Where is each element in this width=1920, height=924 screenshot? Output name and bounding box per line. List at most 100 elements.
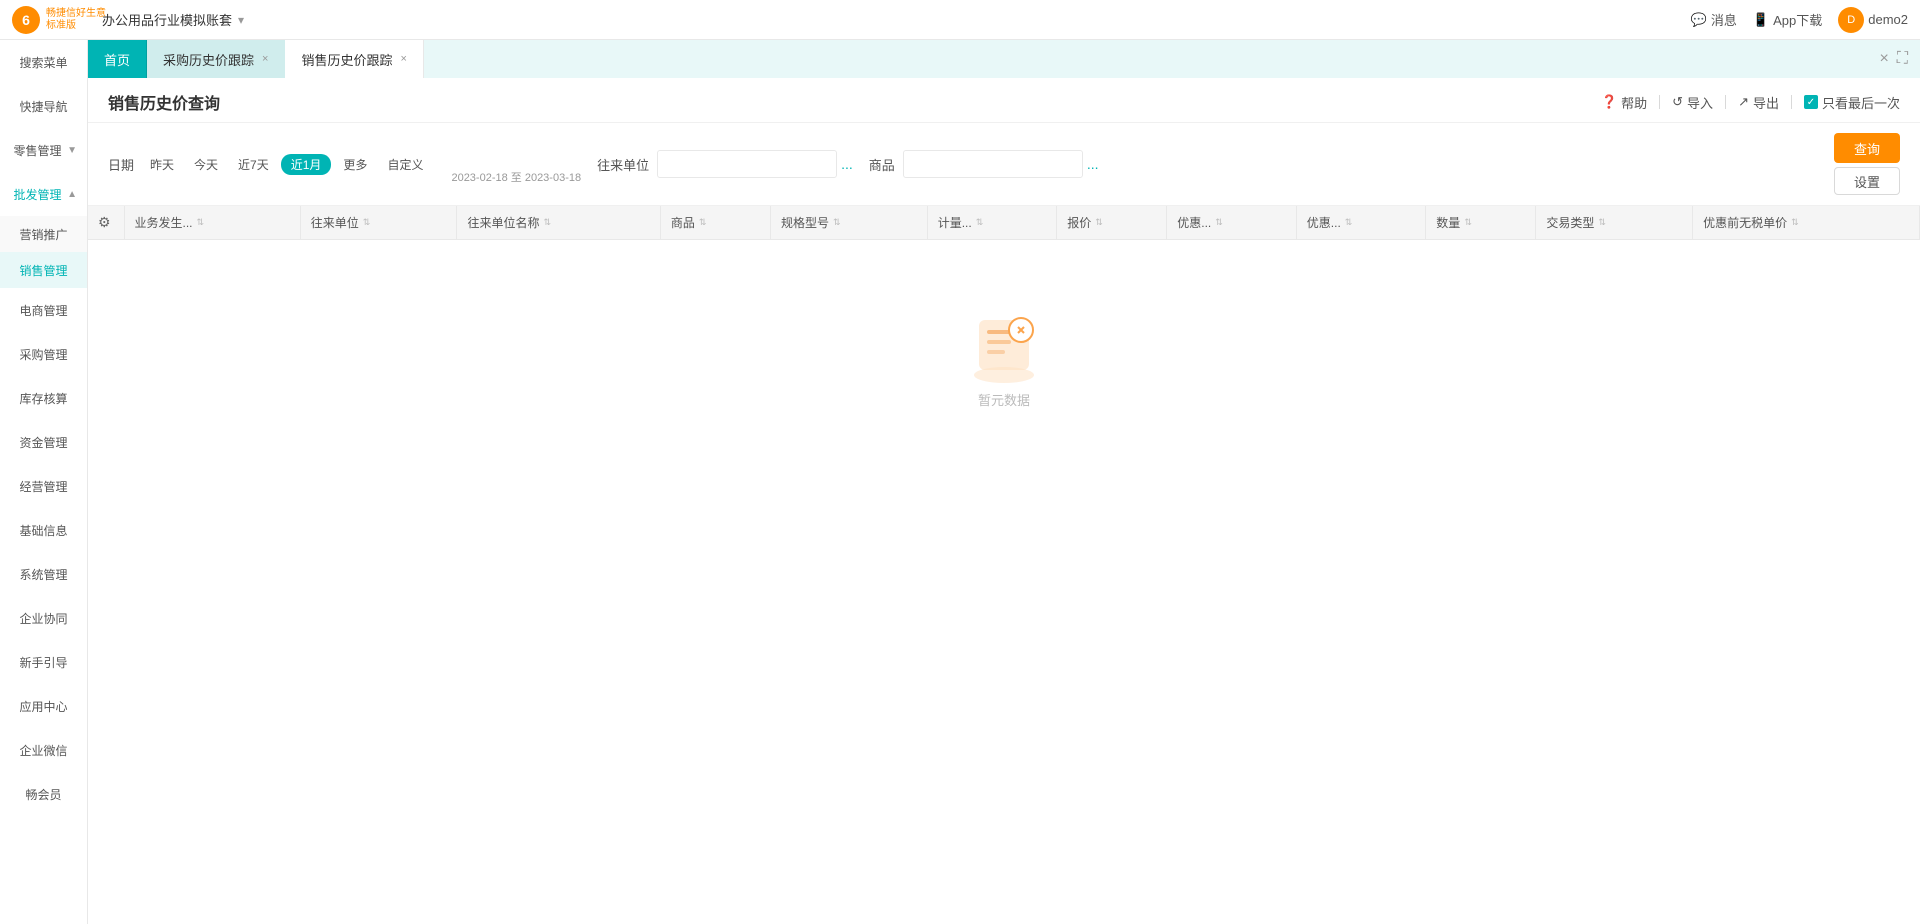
sort-icon-discount2: ⇅ — [1345, 217, 1353, 228]
wholesale-mgmt-arrow: ▲ — [67, 189, 77, 200]
empty-illustration — [959, 300, 1049, 390]
sidebar-item-vip-member[interactable]: 畅会员 — [0, 772, 87, 816]
date-btn-today[interactable]: 今天 — [186, 154, 226, 175]
tab-sales-history-label: 销售历史价跟踪 — [301, 50, 392, 69]
sort-icon-discount1: ⇅ — [1215, 217, 1223, 228]
sort-icon-trade-type: ⇅ — [1598, 217, 1606, 228]
th-trade-type[interactable]: 交易类型 ⇅ — [1536, 206, 1693, 240]
query-button[interactable]: 查询 — [1834, 133, 1900, 163]
sidebar-item-purchase-mgmt[interactable]: 采购管理 — [0, 332, 87, 376]
partner-input[interactable] — [657, 150, 837, 178]
export-icon: ↗ — [1738, 94, 1749, 110]
sidebar-item-enterprise-coop[interactable]: 企业协同 — [0, 596, 87, 640]
date-filter-group: 日期 昨天 今天 近7天 近1月 更多 自定义 — [108, 154, 431, 175]
sidebar-item-basic-info[interactable]: 基础信息 — [0, 508, 87, 552]
divider2 — [1725, 95, 1726, 109]
sort-icon-unit: ⇅ — [976, 217, 984, 228]
th-biz-date[interactable]: 业务发生... ⇅ — [124, 206, 300, 240]
product-input-group: ... — [903, 150, 1099, 178]
new-guide-label: 新手引导 — [19, 654, 67, 671]
tab-purchase-history-label: 采购历史价跟踪 — [163, 50, 254, 69]
data-table: ⚙ 业务发生... ⇅ 往来单位 — [88, 206, 1920, 240]
th-quote-price[interactable]: 报价 ⇅ — [1057, 206, 1167, 240]
settings-button[interactable]: 设置 — [1834, 167, 1900, 195]
app-download-btn[interactable]: 📱 App下载 — [1753, 10, 1822, 29]
page-header: 销售历史价查询 ❓ 帮助 ↺ 导入 ↗ 导出 — [88, 78, 1920, 123]
help-icon: ❓ — [1601, 94, 1617, 110]
partner-dots[interactable]: ... — [841, 156, 853, 172]
date-btn-more[interactable]: 更多 — [335, 154, 375, 175]
wholesale-mgmt-label: 批发管理 — [10, 186, 65, 203]
user-area[interactable]: D demo2 — [1838, 7, 1908, 33]
export-btn[interactable]: ↗ 导出 — [1738, 93, 1779, 112]
sidebar-item-operation-mgmt[interactable]: 经营管理 — [0, 464, 87, 508]
basic-info-label: 基础信息 — [19, 522, 67, 539]
sidebar-item-finance-mgmt[interactable]: 资金管理 — [0, 420, 87, 464]
date-label: 日期 — [108, 155, 134, 174]
tab-sales-history[interactable]: 销售历史价跟踪 × — [285, 40, 423, 78]
tab-home-label: 首页 — [104, 50, 130, 69]
close-all-tabs-btn[interactable]: × — [1879, 50, 1888, 68]
sidebar-item-sales-mgmt[interactable]: 销售管理 — [0, 252, 87, 288]
sidebar-item-marketing[interactable]: 营销推广 — [0, 216, 87, 252]
tab-sales-history-close[interactable]: × — [400, 53, 406, 65]
sidebar-item-app-center[interactable]: 应用中心 — [0, 684, 87, 728]
th-discount1[interactable]: 优惠... ⇅ — [1167, 206, 1297, 240]
date-btn-7days[interactable]: 近7天 — [230, 154, 277, 175]
purchase-mgmt-label: 采购管理 — [19, 346, 67, 363]
th-quantity[interactable]: 数量 ⇅ — [1426, 206, 1536, 240]
sidebar-item-wholesale-mgmt[interactable]: 批发管理 ▲ — [0, 172, 87, 216]
help-btn[interactable]: ❓ 帮助 — [1601, 93, 1647, 112]
top-right-actions: 💬 消息 📱 App下载 D demo2 — [1691, 7, 1908, 33]
th-unit[interactable]: 计量... ⇅ — [927, 206, 1057, 240]
enterprise-coop-label: 企业协同 — [19, 610, 67, 627]
th-pre-discount-price[interactable]: 优惠前无税单价 ⇅ — [1693, 206, 1920, 240]
import-btn[interactable]: ↺ 导入 — [1672, 93, 1713, 112]
th-discount2[interactable]: 优惠... ⇅ — [1296, 206, 1426, 240]
inventory-check-label: 库存核算 — [19, 390, 67, 407]
sort-icon-partner-name: ⇅ — [543, 217, 551, 228]
product-dots[interactable]: ... — [1087, 156, 1099, 172]
date-btn-yesterday[interactable]: 昨天 — [142, 154, 182, 175]
sort-icon-pre-discount-price: ⇅ — [1791, 217, 1799, 228]
sidebar-item-inventory-check[interactable]: 库存核算 — [0, 376, 87, 420]
tab-bar: 首页 采购历史价跟踪 × 销售历史价跟踪 × × ⛶ — [88, 40, 1920, 78]
only-last-checkbox[interactable]: ✓ — [1804, 95, 1818, 109]
tab-home[interactable]: 首页 — [88, 40, 147, 78]
date-btn-1month[interactable]: 近1月 — [281, 154, 332, 175]
sidebar-item-system-mgmt[interactable]: 系统管理 — [0, 552, 87, 596]
th-spec[interactable]: 规格型号 ⇅ — [770, 206, 927, 240]
dropdown-icon[interactable]: ▾ — [238, 13, 244, 27]
date-btn-custom[interactable]: 自定义 — [379, 154, 431, 175]
th-settings[interactable]: ⚙ — [88, 206, 124, 240]
only-last-checkbox-label[interactable]: ✓ 只看最后一次 — [1804, 93, 1900, 112]
empty-text: 暂元数据 — [978, 390, 1030, 409]
divider3 — [1791, 95, 1792, 109]
product-input[interactable] — [903, 150, 1083, 178]
sidebar-item-ecommerce-mgmt[interactable]: 电商管理 — [0, 288, 87, 332]
sidebar-item-quick-nav[interactable]: 快捷导航 — [0, 84, 87, 128]
mobile-icon: 📱 — [1753, 12, 1769, 28]
maximize-btn[interactable]: ⛶ — [1897, 50, 1908, 68]
sidebar-item-enterprise-wechat[interactable]: 企业微信 — [0, 728, 87, 772]
message-btn[interactable]: 💬 消息 — [1691, 10, 1737, 29]
table-settings-icon[interactable]: ⚙ — [98, 214, 111, 230]
divider1 — [1659, 95, 1660, 109]
tab-purchase-history-close[interactable]: × — [262, 53, 268, 65]
sidebar-item-retail-mgmt[interactable]: 零售管理 ▼ — [0, 128, 87, 172]
th-partner-name[interactable]: 往来单位名称 ⇅ — [457, 206, 660, 240]
tab-purchase-history[interactable]: 采购历史价跟踪 × — [147, 40, 285, 78]
th-product[interactable]: 商品 ⇅ — [660, 206, 770, 240]
sidebar-item-new-guide[interactable]: 新手引导 — [0, 640, 87, 684]
sales-mgmt-label: 销售管理 — [19, 262, 67, 279]
product-filter-group: 商品 ... — [869, 150, 1099, 178]
marketing-label: 营销推广 — [19, 226, 67, 243]
logo-icon: 6 — [12, 6, 40, 34]
table-container: ⚙ 业务发生... ⇅ 往来单位 — [88, 206, 1920, 924]
partner-input-group: ... — [657, 150, 853, 178]
th-partner-code[interactable]: 往来单位 ⇅ — [300, 206, 457, 240]
quick-nav-label: 快捷导航 — [19, 98, 67, 115]
vip-member-label: 畅会员 — [25, 786, 61, 803]
sidebar-item-search-menu[interactable]: 搜索菜单 — [0, 40, 87, 84]
partner-filter-group: 往来单位 ... — [597, 150, 853, 178]
